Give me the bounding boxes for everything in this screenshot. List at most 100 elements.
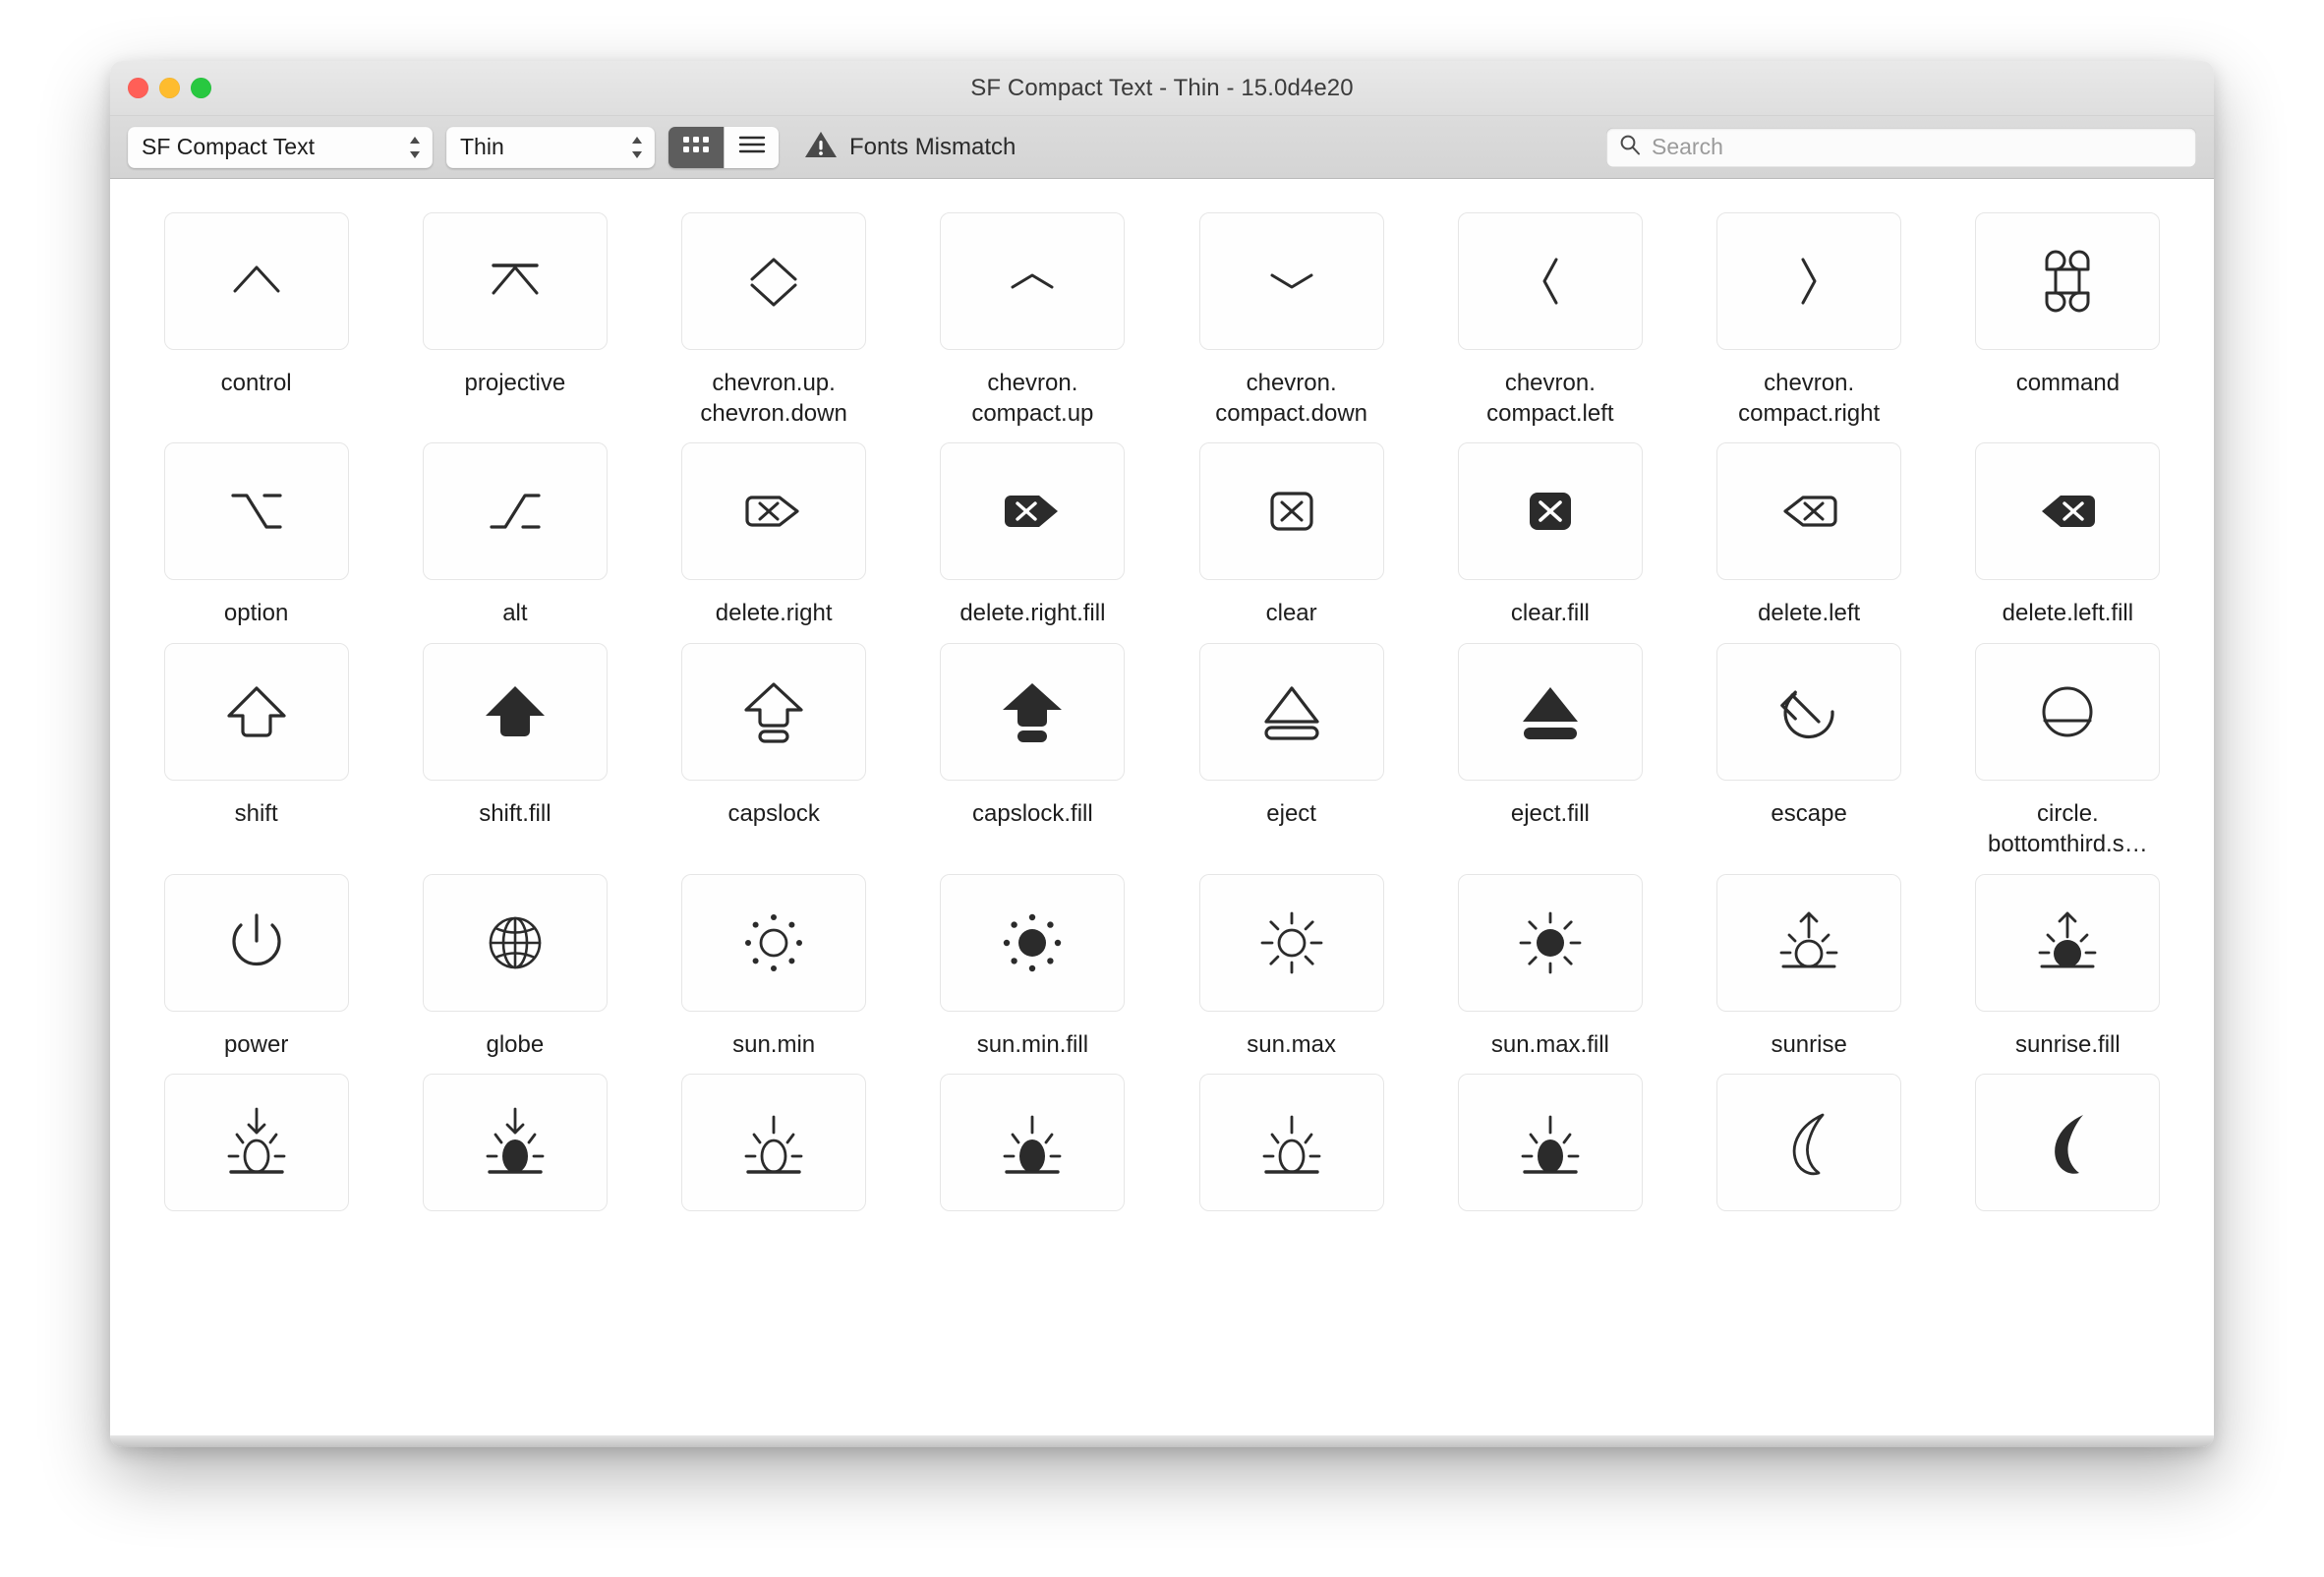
glyph-cell[interactable]: control (140, 212, 373, 429)
escape-icon[interactable] (1716, 643, 1902, 782)
glyph-label: sun.max (1247, 1030, 1336, 1058)
sun-max-fill-icon[interactable] (1457, 873, 1643, 1012)
list-view-button[interactable] (724, 126, 779, 168)
sun-min-icon[interactable] (681, 873, 867, 1012)
font-style-popup-button[interactable]: Thin (446, 126, 655, 168)
glyph-cell[interactable]: escape (1693, 643, 1926, 859)
glyph-cell[interactable]: clear.fill (1433, 442, 1666, 629)
glyph-cell[interactable]: sun.min.fill (916, 873, 1149, 1061)
glyph-cell[interactable] (1693, 1074, 1926, 1230)
chevron-compact-down-icon[interactable] (1198, 212, 1384, 350)
font-family-value: SF Compact Text (142, 134, 315, 159)
delete-left-fill-icon[interactable] (1975, 442, 2161, 581)
search-icon (1618, 133, 1642, 161)
delete-right-fill-icon[interactable] (940, 442, 1126, 581)
sunset-icon[interactable] (163, 1074, 349, 1212)
sun-dust-fill-icon[interactable] (940, 1074, 1126, 1212)
glyph-cell[interactable]: shift (140, 643, 373, 859)
glyph-cell[interactable]: chevron. compact.down (1175, 212, 1408, 429)
clear-fill-icon[interactable] (1457, 442, 1643, 581)
sf-symbols-window: SF Compact Text - Thin - 15.0d4e20 SF Co… (110, 61, 2214, 1447)
glyph-cell[interactable]: sun.max.fill (1433, 873, 1666, 1061)
chevron-updown-icon (629, 134, 645, 161)
glyph-cell[interactable]: chevron. compact.right (1693, 212, 1926, 429)
glyph-cell[interactable]: command (1951, 212, 2184, 429)
glyph-cell[interactable]: shift.fill (398, 643, 631, 859)
grid-view-button[interactable] (668, 126, 724, 168)
chevron-compact-left-icon[interactable] (1457, 212, 1643, 350)
glyph-cell[interactable]: clear (1175, 442, 1408, 629)
glyph-label: eject (1266, 800, 1316, 828)
sun-max-icon[interactable] (1198, 873, 1384, 1012)
glyph-cell[interactable]: delete.left (1693, 442, 1926, 629)
eject-icon[interactable] (1198, 643, 1384, 782)
glyph-cell[interactable]: circle. bottomthird.s… (1951, 643, 2184, 859)
glyph-cell[interactable]: globe (398, 873, 631, 1061)
glyph-cell[interactable] (398, 1074, 631, 1230)
glyph-cell[interactable]: projective (398, 212, 631, 429)
chevron-compact-right-icon[interactable] (1716, 212, 1902, 350)
glyph-label: globe (486, 1030, 545, 1058)
glyph-cell[interactable] (140, 1074, 373, 1230)
projective-icon[interactable] (422, 212, 608, 350)
sun-dust-icon[interactable] (681, 1074, 867, 1212)
glyph-cell[interactable]: sunrise (1693, 873, 1926, 1061)
glyph-cell[interactable]: chevron. compact.left (1433, 212, 1666, 429)
glyph-label: circle. bottomthird.s… (1988, 800, 2148, 857)
moon-fill-icon[interactable] (1975, 1074, 2161, 1212)
capslock-icon[interactable] (681, 643, 867, 782)
glyph-cell[interactable] (1175, 1074, 1408, 1230)
glyph-cell[interactable] (916, 1074, 1149, 1230)
delete-right-icon[interactable] (681, 442, 867, 581)
globe-icon[interactable] (422, 873, 608, 1012)
delete-left-icon[interactable] (1716, 442, 1902, 581)
control-chevron-icon[interactable] (163, 212, 349, 350)
glyph-cell[interactable] (658, 1074, 891, 1230)
glyph-cell[interactable]: sun.min (658, 873, 891, 1061)
capslock-fill-icon[interactable] (940, 643, 1126, 782)
glyph-cell[interactable]: alt (398, 442, 631, 629)
option-icon[interactable] (163, 442, 349, 581)
glyph-cell[interactable]: chevron. compact.up (916, 212, 1149, 429)
chevron-compact-up-icon[interactable] (940, 212, 1126, 350)
shift-icon[interactable] (163, 643, 349, 782)
sunset-fill-icon[interactable] (422, 1074, 608, 1212)
glyph-cell[interactable]: delete.right (658, 442, 891, 629)
glyph-cell[interactable] (1433, 1074, 1666, 1230)
glyph-cell[interactable]: power (140, 873, 373, 1061)
glyph-cell[interactable]: capslock (658, 643, 891, 859)
glyph-cell[interactable]: eject (1175, 643, 1408, 859)
eject-fill-icon[interactable] (1457, 643, 1643, 782)
glyph-cell[interactable]: sun.max (1175, 873, 1408, 1061)
circle-bottomthird-split-icon[interactable] (1975, 643, 2161, 782)
sunrise-icon[interactable] (1716, 873, 1902, 1012)
window-titlebar[interactable]: SF Compact Text - Thin - 15.0d4e20 (110, 61, 2214, 116)
glyph-cell[interactable]: eject.fill (1433, 643, 1666, 859)
shift-fill-icon[interactable] (422, 643, 608, 782)
command-icon[interactable] (1975, 212, 2161, 350)
search-field[interactable] (1606, 127, 2196, 167)
glyph-label: sun.min.fill (976, 1030, 1089, 1058)
moon-icon[interactable] (1716, 1074, 1902, 1212)
glyph-cell[interactable]: capslock.fill (916, 643, 1149, 859)
glyph-cell[interactable]: delete.left.fill (1951, 442, 2184, 629)
clear-icon[interactable] (1198, 442, 1384, 581)
sun-min-fill-icon[interactable] (940, 873, 1126, 1012)
glyph-cell[interactable]: sunrise.fill (1951, 873, 2184, 1061)
glyph-cell[interactable] (1951, 1074, 2184, 1230)
sunrise-fill-icon[interactable] (1975, 873, 2161, 1012)
glyph-label: shift.fill (479, 800, 552, 828)
glyph-grid: control projective chevron.up. chevron.dow… (140, 212, 2184, 1230)
glyph-cell[interactable]: chevron.up. chevron.down (658, 212, 891, 429)
chevron-up-chevron-down-icon[interactable] (681, 212, 867, 350)
glyph-cell[interactable]: option (140, 442, 373, 629)
power-icon[interactable] (163, 873, 349, 1012)
font-family-popup-button[interactable]: SF Compact Text (128, 126, 433, 168)
fonts-mismatch-label: Fonts Mismatch (849, 133, 1017, 160)
alt-icon[interactable] (422, 442, 608, 581)
sun-haze-icon[interactable] (1198, 1074, 1384, 1212)
glyph-cell[interactable]: delete.right.fill (916, 442, 1149, 629)
sun-haze-fill-icon[interactable] (1457, 1074, 1643, 1212)
search-input[interactable] (1652, 134, 2184, 160)
glyph-label: delete.right.fill (959, 600, 1106, 627)
